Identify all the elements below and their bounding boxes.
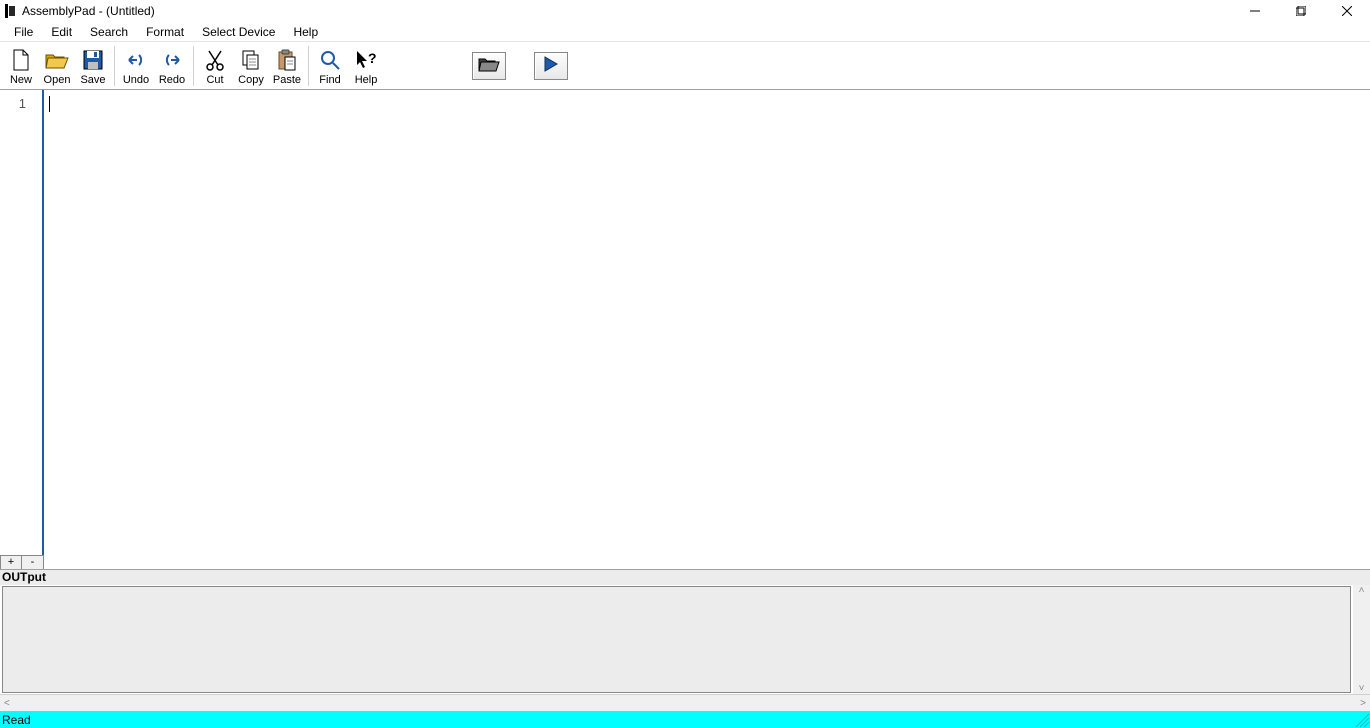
toolbar: New Open Save Undo Redo Cut: [0, 42, 1370, 90]
menu-search[interactable]: Search: [81, 23, 137, 41]
app-icon: [4, 4, 16, 18]
help-pointer-icon: ?: [355, 47, 377, 73]
help-label: Help: [355, 73, 378, 87]
editor-area: 1: [0, 90, 1370, 555]
scissors-icon: [205, 47, 225, 73]
paste-icon: [277, 47, 297, 73]
undo-icon: [125, 47, 147, 73]
menu-file[interactable]: File: [5, 23, 42, 41]
toolbar-separator: [114, 46, 115, 86]
new-button[interactable]: New: [3, 44, 39, 88]
redo-icon: [161, 47, 183, 73]
save-label: Save: [80, 73, 105, 87]
folder-icon: [478, 55, 500, 76]
title-bar: AssemblyPad - (Untitled): [0, 0, 1370, 22]
scroll-left-icon: <: [4, 698, 10, 709]
run-button[interactable]: [534, 52, 568, 80]
cut-button[interactable]: Cut: [197, 44, 233, 88]
line-number: 1: [0, 96, 26, 111]
toolbar-separator: [308, 46, 309, 86]
find-label: Find: [319, 73, 340, 87]
new-file-icon: [11, 47, 31, 73]
menu-select-device[interactable]: Select Device: [193, 23, 284, 41]
close-button[interactable]: [1324, 0, 1370, 22]
browse-button[interactable]: [472, 52, 506, 80]
copy-label: Copy: [238, 73, 264, 87]
play-icon: [543, 56, 559, 75]
menu-help[interactable]: Help: [284, 23, 327, 41]
copy-button[interactable]: Copy: [233, 44, 269, 88]
search-icon: [319, 47, 341, 73]
window-title: AssemblyPad - (Untitled): [22, 4, 155, 18]
svg-text:?: ?: [368, 50, 377, 66]
output-tabs-strip: + -: [0, 555, 1370, 569]
find-button[interactable]: Find: [312, 44, 348, 88]
undo-button[interactable]: Undo: [118, 44, 154, 88]
output-panel: ˄ ˅: [0, 585, 1370, 694]
status-text: Read: [2, 713, 31, 727]
menu-format[interactable]: Format: [137, 23, 193, 41]
tab-minus[interactable]: -: [22, 555, 44, 569]
line-gutter: 1: [0, 90, 44, 555]
status-bar: Read: [0, 711, 1370, 728]
window-controls: [1232, 0, 1370, 22]
scroll-right-icon: >: [1360, 698, 1366, 709]
paste-button[interactable]: Paste: [269, 44, 305, 88]
open-button[interactable]: Open: [39, 44, 75, 88]
open-label: Open: [44, 73, 71, 87]
code-editor[interactable]: [44, 90, 1370, 555]
copy-icon: [241, 47, 261, 73]
cut-label: Cut: [206, 73, 223, 87]
save-button[interactable]: Save: [75, 44, 111, 88]
new-label: New: [10, 73, 32, 87]
scroll-up-icon: ˄: [1359, 585, 1365, 596]
output-vertical-scrollbar[interactable]: ˄ ˅: [1353, 585, 1370, 694]
tab-plus[interactable]: +: [0, 555, 22, 569]
minimize-button[interactable]: [1232, 0, 1278, 22]
menu-bar: File Edit Search Format Select Device He…: [0, 22, 1370, 42]
resize-grip[interactable]: [1350, 711, 1370, 728]
undo-label: Undo: [123, 73, 149, 87]
horizontal-scrollbar[interactable]: < >: [0, 694, 1370, 711]
redo-button[interactable]: Redo: [154, 44, 190, 88]
maximize-button[interactable]: [1278, 0, 1324, 22]
save-disk-icon: [83, 47, 103, 73]
menu-edit[interactable]: Edit: [42, 23, 81, 41]
redo-label: Redo: [159, 73, 185, 87]
help-button[interactable]: ? Help: [348, 44, 384, 88]
paste-label: Paste: [273, 73, 301, 87]
output-textbox[interactable]: [2, 586, 1351, 693]
toolbar-separator: [193, 46, 194, 86]
scroll-down-icon: ˅: [1359, 683, 1365, 694]
text-cursor: [49, 96, 50, 112]
open-folder-icon: [45, 47, 69, 73]
output-header: OUTput: [0, 569, 1370, 585]
